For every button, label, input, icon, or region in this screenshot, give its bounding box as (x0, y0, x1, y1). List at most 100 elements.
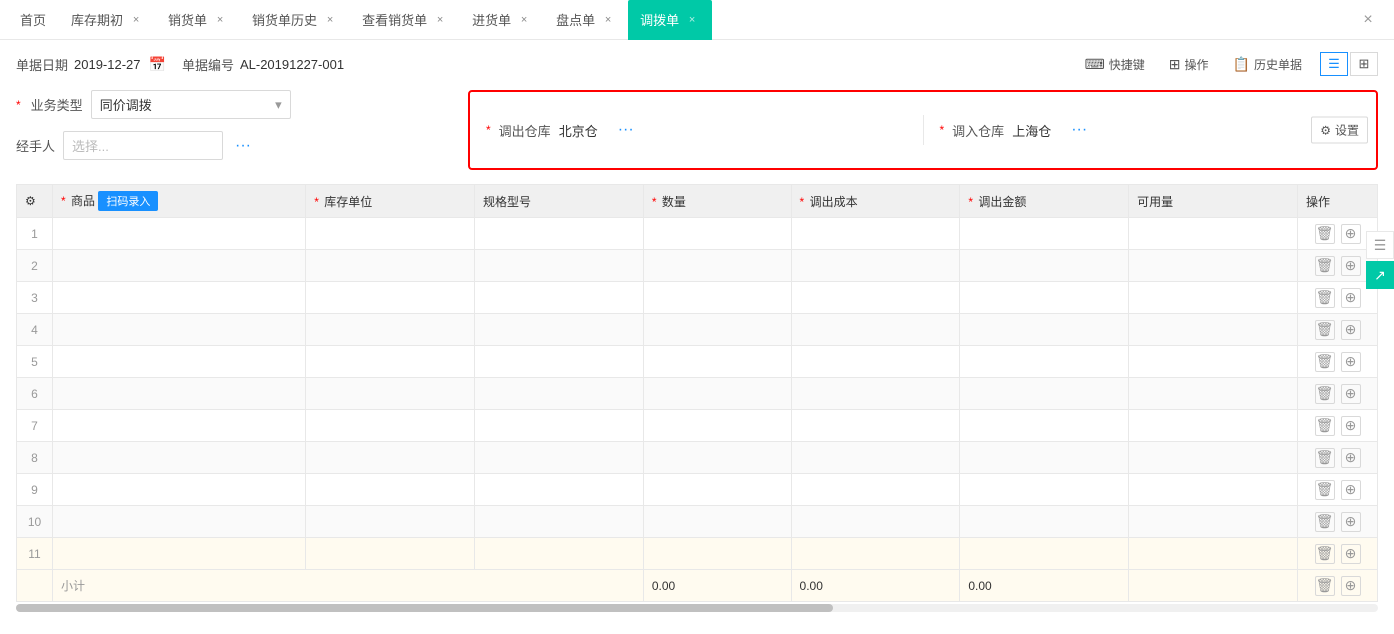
delete-icon[interactable]: 🗑 (1315, 352, 1335, 372)
col-settings-header[interactable]: ⚙ (17, 185, 53, 218)
tab-transfer[interactable]: 调拨单 × (628, 0, 712, 40)
warehouse-in-more-button[interactable]: ··· (1067, 121, 1091, 139)
warehouse-out-value[interactable]: 北京仓 (559, 121, 598, 140)
row-avail[interactable] (1129, 474, 1298, 506)
row-cost[interactable] (791, 378, 960, 410)
row-unit[interactable] (306, 538, 475, 570)
delete-icon[interactable]: 🗑 (1315, 256, 1335, 276)
row-amount[interactable] (960, 314, 1129, 346)
subtotal-delete-icon[interactable]: 🗑 (1315, 576, 1335, 596)
row-spec[interactable] (475, 474, 644, 506)
row-qty[interactable] (643, 378, 791, 410)
row-avail[interactable] (1129, 282, 1298, 314)
row-avail[interactable] (1129, 410, 1298, 442)
delete-icon[interactable]: 🗑 (1315, 416, 1335, 436)
row-amount[interactable] (960, 474, 1129, 506)
tab-close-inventory-init[interactable]: × (129, 13, 143, 27)
row-product[interactable] (53, 442, 306, 474)
copy-icon[interactable]: ⊕ (1341, 384, 1361, 404)
row-unit[interactable] (306, 410, 475, 442)
row-amount[interactable] (960, 282, 1129, 314)
row-qty[interactable] (643, 218, 791, 250)
horizontal-scrollbar[interactable] (16, 604, 1378, 612)
tab-sales-history[interactable]: 销货单历史 × (240, 0, 350, 40)
row-unit[interactable] (306, 442, 475, 474)
shortcuts-button[interactable]: ⌨ 快捷键 (1079, 54, 1151, 75)
warehouse-out-more-button[interactable]: ··· (614, 121, 638, 139)
row-avail[interactable] (1129, 346, 1298, 378)
row-spec[interactable] (475, 442, 644, 474)
row-unit[interactable] (306, 346, 475, 378)
row-unit[interactable] (306, 506, 475, 538)
row-spec[interactable] (475, 410, 644, 442)
copy-icon[interactable]: ⊕ (1341, 224, 1361, 244)
row-qty[interactable] (643, 538, 791, 570)
tab-close-transfer[interactable]: × (685, 13, 699, 27)
row-amount[interactable] (960, 538, 1129, 570)
delete-icon[interactable]: 🗑 (1315, 320, 1335, 340)
row-cost[interactable] (791, 538, 960, 570)
delete-icon[interactable]: 🗑 (1315, 448, 1335, 468)
delete-icon[interactable]: 🗑 (1315, 480, 1335, 500)
tab-sales-order[interactable]: 销货单 × (156, 0, 240, 40)
side-panel-export-button[interactable]: ↗ (1366, 261, 1394, 289)
business-type-select[interactable]: 同价调拨 ▾ (91, 90, 291, 119)
scan-button[interactable]: 扫码录入 (98, 191, 158, 211)
row-cost[interactable] (791, 410, 960, 442)
row-qty[interactable] (643, 282, 791, 314)
date-value[interactable]: 2019-12-27 (74, 57, 141, 72)
row-amount[interactable] (960, 378, 1129, 410)
row-unit[interactable] (306, 218, 475, 250)
row-spec[interactable] (475, 346, 644, 378)
delete-icon[interactable]: 🗑 (1315, 288, 1335, 308)
row-spec[interactable] (475, 314, 644, 346)
row-unit[interactable] (306, 378, 475, 410)
calendar-icon[interactable]: 📅 (149, 56, 166, 73)
tab-close-stocktake[interactable]: × (601, 13, 615, 27)
warehouse-in-value[interactable]: 上海仓 (1012, 121, 1051, 140)
row-cost[interactable] (791, 506, 960, 538)
row-cost[interactable] (791, 474, 960, 506)
row-amount[interactable] (960, 346, 1129, 378)
tab-close-sales-history[interactable]: × (323, 13, 337, 27)
row-avail[interactable] (1129, 314, 1298, 346)
row-unit[interactable] (306, 474, 475, 506)
row-cost[interactable] (791, 250, 960, 282)
row-spec[interactable] (475, 218, 644, 250)
row-qty[interactable] (643, 442, 791, 474)
row-qty[interactable] (643, 346, 791, 378)
tab-home[interactable]: 首页 (8, 0, 59, 40)
row-product[interactable] (53, 346, 306, 378)
copy-icon[interactable]: ⊕ (1341, 480, 1361, 500)
row-product[interactable] (53, 250, 306, 282)
row-cost[interactable] (791, 346, 960, 378)
row-spec[interactable] (475, 506, 644, 538)
row-avail[interactable] (1129, 538, 1298, 570)
row-product[interactable] (53, 282, 306, 314)
row-qty[interactable] (643, 250, 791, 282)
delete-icon[interactable]: 🗑 (1315, 224, 1335, 244)
side-panel-list-button[interactable]: ☰ (1366, 231, 1394, 259)
row-cost[interactable] (791, 314, 960, 346)
row-avail[interactable] (1129, 442, 1298, 474)
row-product[interactable] (53, 474, 306, 506)
tab-close-sales-order[interactable]: × (213, 13, 227, 27)
delete-icon[interactable]: 🗑 (1315, 544, 1335, 564)
row-cost[interactable] (791, 282, 960, 314)
row-avail[interactable] (1129, 506, 1298, 538)
row-cost[interactable] (791, 218, 960, 250)
copy-icon[interactable]: ⊕ (1341, 288, 1361, 308)
view-list-button[interactable]: ☰ (1320, 52, 1348, 76)
row-spec[interactable] (475, 250, 644, 282)
row-avail[interactable] (1129, 250, 1298, 282)
row-product[interactable] (53, 314, 306, 346)
history-button[interactable]: 📋 历史单据 (1227, 54, 1308, 75)
tab-view-sales[interactable]: 查看销货单 × (350, 0, 460, 40)
row-product[interactable] (53, 410, 306, 442)
copy-icon[interactable]: ⊕ (1341, 416, 1361, 436)
tab-close-purchase-order[interactable]: × (517, 13, 531, 27)
copy-icon[interactable]: ⊕ (1341, 544, 1361, 564)
row-unit[interactable] (306, 250, 475, 282)
subtotal-copy-icon[interactable]: ⊕ (1341, 576, 1361, 596)
delete-icon[interactable]: 🗑 (1315, 512, 1335, 532)
